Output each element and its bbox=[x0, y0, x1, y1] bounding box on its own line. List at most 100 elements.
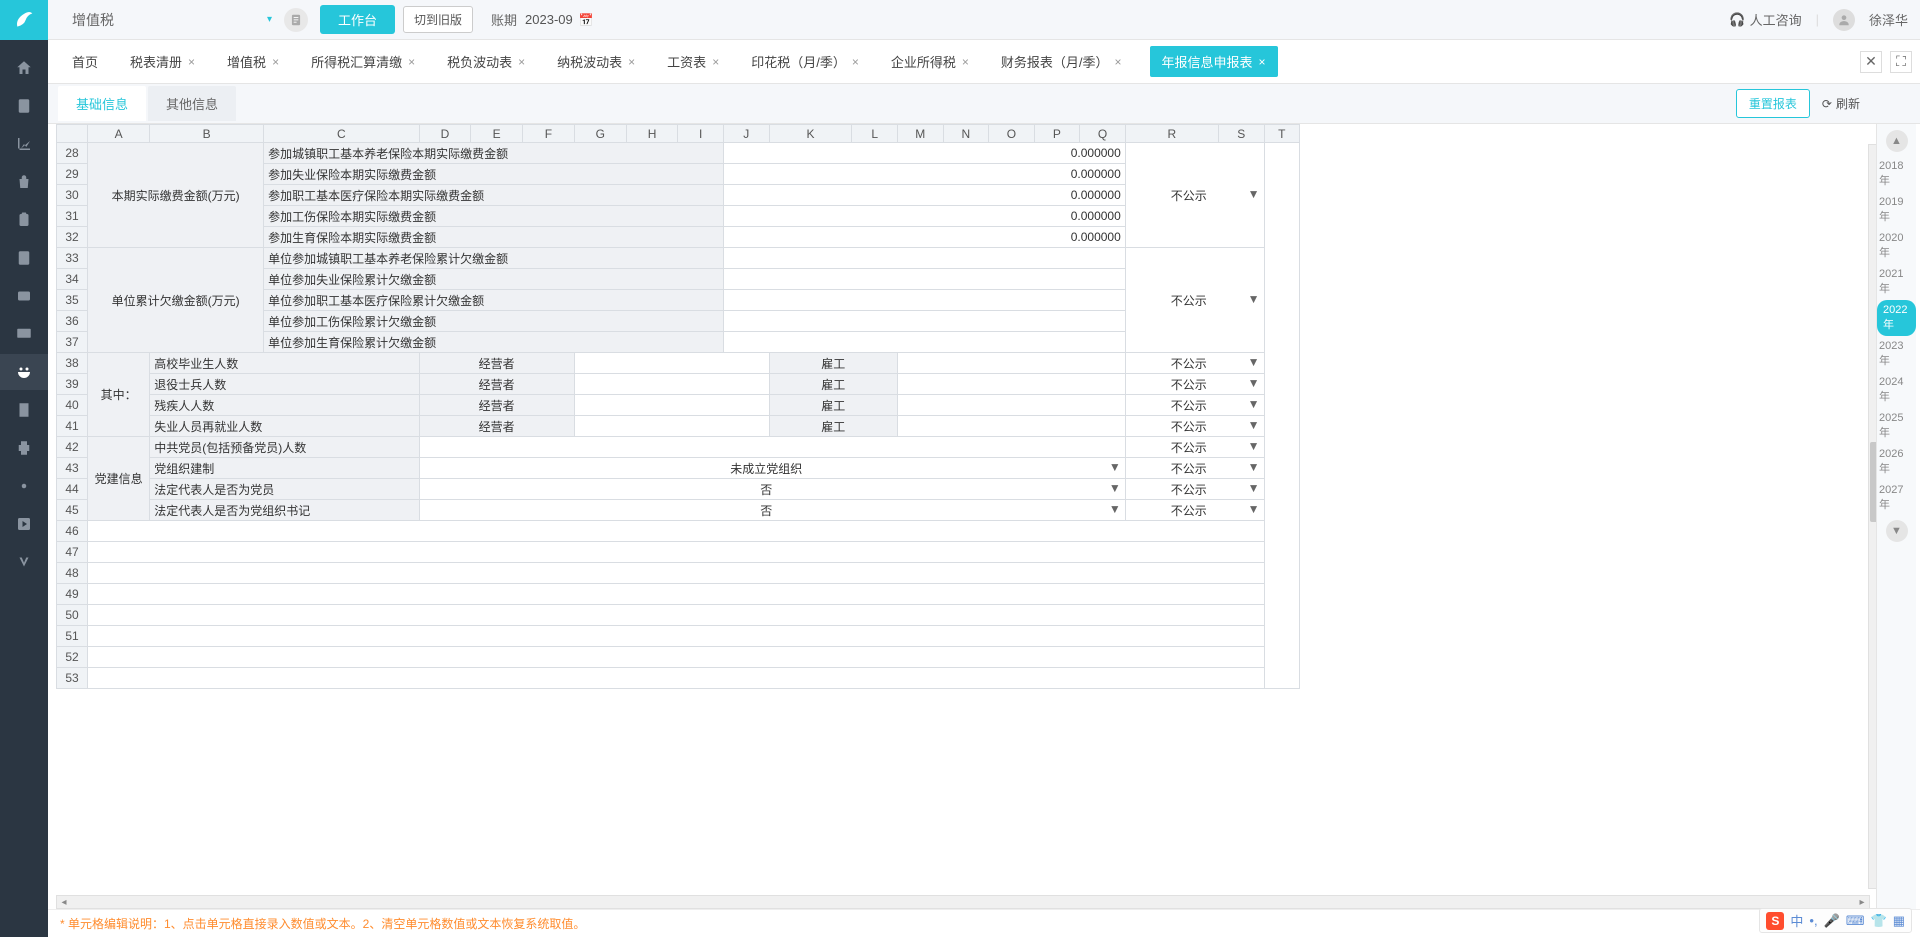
publicity-select[interactable]: 不公示▼ bbox=[1125, 437, 1264, 458]
col-header[interactable]: I bbox=[678, 125, 724, 143]
row-header[interactable]: 44 bbox=[57, 479, 88, 500]
ime-lang[interactable]: 中 bbox=[1790, 911, 1803, 930]
nav-clipboard[interactable] bbox=[0, 202, 48, 238]
corner-cell[interactable] bbox=[57, 125, 88, 143]
ime-logo-icon[interactable]: S bbox=[1766, 912, 1784, 930]
col-header[interactable]: R bbox=[1125, 125, 1218, 143]
col-header[interactable]: E bbox=[471, 125, 523, 143]
dropdown-arrow-icon[interactable]: ▼ bbox=[1248, 418, 1260, 432]
publicity-select[interactable]: 不公示▼ bbox=[1125, 353, 1264, 374]
publicity-select[interactable]: 不公示▼ bbox=[1125, 143, 1264, 248]
row-header[interactable]: 29 bbox=[57, 164, 88, 185]
publicity-select[interactable]: 不公示▼ bbox=[1125, 248, 1264, 353]
nav-calc[interactable] bbox=[0, 240, 48, 276]
publicity-select[interactable]: 不公示▼ bbox=[1125, 416, 1264, 437]
close-icon[interactable]: × bbox=[712, 55, 719, 69]
year-item[interactable]: 2018年 bbox=[1877, 156, 1916, 192]
tabs-expand-button[interactable]: ⛶ bbox=[1890, 51, 1912, 73]
value-cell[interactable] bbox=[574, 374, 769, 395]
workbench-button[interactable]: 工作台 bbox=[320, 5, 395, 34]
avatar[interactable] bbox=[1833, 9, 1855, 31]
ime-toolbox-icon[interactable]: ▦ bbox=[1893, 913, 1905, 929]
row-header[interactable]: 51 bbox=[57, 626, 88, 647]
dropdown-arrow-icon[interactable]: ▼ bbox=[1248, 502, 1260, 516]
row-header[interactable]: 48 bbox=[57, 563, 88, 584]
empty-cell[interactable] bbox=[88, 668, 1265, 689]
col-header[interactable]: K bbox=[769, 125, 852, 143]
dropdown-arrow-icon[interactable]: ▼ bbox=[1248, 292, 1260, 306]
row-header[interactable]: 34 bbox=[57, 269, 88, 290]
year-down-button[interactable]: ▼ bbox=[1886, 520, 1908, 542]
col-header[interactable]: M bbox=[897, 125, 943, 143]
col-header[interactable]: G bbox=[574, 125, 626, 143]
tab-item[interactable]: 工资表× bbox=[663, 46, 723, 77]
value-select[interactable]: 否▼ bbox=[419, 479, 1125, 500]
nav-receipt[interactable] bbox=[0, 392, 48, 428]
row-header[interactable]: 40 bbox=[57, 395, 88, 416]
close-icon[interactable]: × bbox=[852, 55, 859, 69]
subtab-other[interactable]: 其他信息 bbox=[148, 86, 236, 121]
row-header[interactable]: 39 bbox=[57, 374, 88, 395]
col-header[interactable]: J bbox=[723, 125, 769, 143]
value-cell[interactable]: 0.000000 bbox=[723, 206, 1125, 227]
value-cell[interactable] bbox=[897, 395, 1125, 416]
close-icon[interactable]: × bbox=[188, 55, 195, 69]
ime-keyboard-icon[interactable]: ⌨ bbox=[1846, 913, 1865, 929]
col-header[interactable]: Q bbox=[1080, 125, 1126, 143]
empty-cell[interactable] bbox=[88, 521, 1265, 542]
value-cell[interactable] bbox=[419, 437, 1125, 458]
refresh-button[interactable]: ⟳ 刷新 bbox=[1822, 95, 1860, 112]
publicity-select[interactable]: 不公示▼ bbox=[1125, 458, 1264, 479]
col-header[interactable]: D bbox=[419, 125, 471, 143]
nav-home[interactable] bbox=[0, 50, 48, 86]
col-header[interactable]: F bbox=[523, 125, 575, 143]
year-item[interactable]: 2020年 bbox=[1877, 228, 1916, 264]
dropdown-arrow-icon[interactable]: ▼ bbox=[1248, 460, 1260, 474]
tab-item[interactable]: 增值税× bbox=[223, 46, 283, 77]
nav-v[interactable] bbox=[0, 544, 48, 580]
publicity-select[interactable]: 不公示▼ bbox=[1125, 479, 1264, 500]
tab-item[interactable]: 年报信息申报表× bbox=[1150, 46, 1278, 77]
row-header[interactable]: 32 bbox=[57, 227, 88, 248]
close-icon[interactable]: × bbox=[1259, 55, 1266, 69]
empty-cell[interactable] bbox=[88, 605, 1265, 626]
value-select[interactable]: 未成立党组织▼ bbox=[419, 458, 1125, 479]
value-cell[interactable] bbox=[574, 353, 769, 374]
year-item[interactable]: 2024年 bbox=[1877, 372, 1916, 408]
year-item[interactable]: 2025年 bbox=[1877, 408, 1916, 444]
row-header[interactable]: 30 bbox=[57, 185, 88, 206]
col-header[interactable]: S bbox=[1219, 125, 1265, 143]
tab-item[interactable]: 税表清册× bbox=[126, 46, 199, 77]
hscroll-track[interactable] bbox=[71, 896, 1855, 908]
value-select[interactable]: 否▼ bbox=[419, 500, 1125, 521]
value-cell[interactable] bbox=[897, 374, 1125, 395]
dropdown-arrow-icon[interactable]: ▼ bbox=[1248, 481, 1260, 495]
tab-item[interactable]: 首页 bbox=[68, 46, 102, 77]
year-item[interactable]: 2021年 bbox=[1877, 264, 1916, 300]
value-cell[interactable]: 0.000000 bbox=[723, 227, 1125, 248]
close-icon[interactable]: × bbox=[1115, 55, 1122, 69]
tabs-close-button[interactable]: ✕ bbox=[1860, 51, 1882, 73]
nav-play[interactable] bbox=[0, 506, 48, 542]
empty-cell[interactable] bbox=[88, 647, 1265, 668]
value-cell[interactable] bbox=[723, 332, 1125, 353]
switch-old-button[interactable]: 切到旧版 bbox=[403, 6, 473, 33]
empty-cell[interactable] bbox=[88, 542, 1265, 563]
nav-doc[interactable] bbox=[0, 88, 48, 124]
value-cell[interactable]: 0.000000 bbox=[723, 143, 1125, 164]
row-header[interactable]: 47 bbox=[57, 542, 88, 563]
hscroll-right-arrow[interactable]: ▸ bbox=[1855, 897, 1869, 908]
year-up-button[interactable]: ▲ bbox=[1886, 130, 1908, 152]
row-header[interactable]: 41 bbox=[57, 416, 88, 437]
dropdown-arrow-icon[interactable]: ▼ bbox=[1248, 376, 1260, 390]
nav-bag[interactable] bbox=[0, 164, 48, 200]
value-cell[interactable] bbox=[574, 395, 769, 416]
col-header[interactable]: C bbox=[264, 125, 419, 143]
row-header[interactable]: 42 bbox=[57, 437, 88, 458]
col-header[interactable]: H bbox=[626, 125, 678, 143]
year-item[interactable]: 2027年 bbox=[1877, 480, 1916, 516]
nav-screen[interactable] bbox=[0, 316, 48, 352]
year-item[interactable]: 2026年 bbox=[1877, 444, 1916, 480]
tab-item[interactable]: 所得税汇算清缴× bbox=[307, 46, 419, 77]
value-cell[interactable] bbox=[897, 416, 1125, 437]
